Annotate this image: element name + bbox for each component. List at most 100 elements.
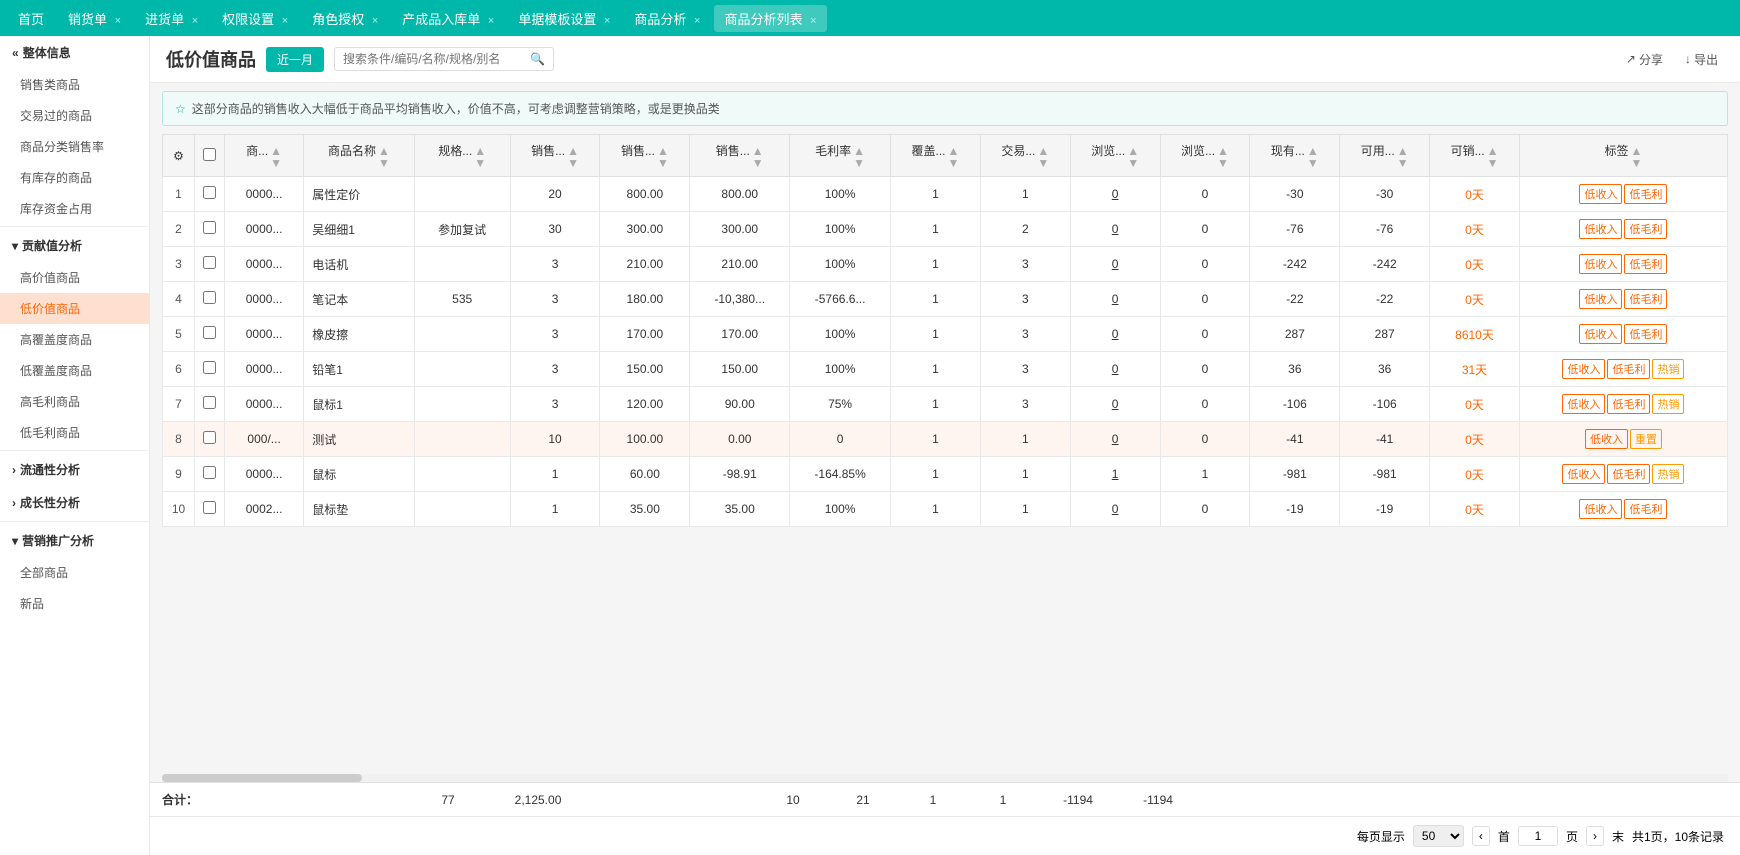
row-checkbox[interactable] <box>195 352 225 387</box>
close-product-warehouse-icon[interactable]: × <box>488 15 494 27</box>
col-coverage[interactable]: 覆盖...▲▼ <box>891 135 981 177</box>
gear-icon[interactable]: ⚙ <box>173 149 184 163</box>
row-browse1[interactable]: 0 <box>1070 492 1160 527</box>
row-checkbox[interactable] <box>195 317 225 352</box>
sidebar-section-overall[interactable]: « 整体信息 <box>0 36 149 69</box>
close-permission-icon[interactable]: × <box>282 15 288 27</box>
nav-product-warehouse[interactable]: 产成品入库单 × <box>392 5 504 32</box>
nav-permission[interactable]: 权限设置 × <box>212 5 298 32</box>
sidebar-item-low-value[interactable]: 低价值商品 <box>0 293 149 324</box>
nav-product-analysis-list[interactable]: 商品分析列表 × <box>714 5 826 32</box>
row-browse1[interactable]: 0 <box>1070 177 1160 212</box>
row-name[interactable]: 电话机 <box>304 247 415 282</box>
sidebar-item-category-sales-rate[interactable]: 商品分类销售率 <box>0 131 149 162</box>
col-gear[interactable]: ⚙ <box>163 135 195 177</box>
browse1-val[interactable]: 0 <box>1112 222 1119 236</box>
table-wrapper[interactable]: ⚙ 商...▲▼ 商品名称▲▼ 规格...▲▼ 销售...▲▼ 销售...▲▼ … <box>162 134 1728 774</box>
browse1-val[interactable]: 0 <box>1112 187 1119 201</box>
row-browse1[interactable]: 0 <box>1070 212 1160 247</box>
row-select-checkbox[interactable] <box>203 501 216 514</box>
share-button[interactable]: ↗ 分享 <box>1620 48 1669 71</box>
sidebar-section-marketing[interactable]: ▾ 营销推广分析 <box>0 524 149 557</box>
col-browse2[interactable]: 浏览...▲▼ <box>1160 135 1250 177</box>
col-qty[interactable]: 销售...▲▼ <box>510 135 600 177</box>
browse1-val[interactable]: 0 <box>1112 397 1119 411</box>
col-stock[interactable]: 现有...▲▼ <box>1250 135 1340 177</box>
row-checkbox[interactable] <box>195 177 225 212</box>
page-size-select[interactable]: 50 100 200 <box>1413 825 1464 847</box>
nav-product-analysis[interactable]: 商品分析 × <box>624 5 710 32</box>
row-browse1[interactable]: 0 <box>1070 352 1160 387</box>
row-checkbox[interactable] <box>195 212 225 247</box>
sidebar-item-traded-goods[interactable]: 交易过的商品 <box>0 100 149 131</box>
close-product-analysis-list-icon[interactable]: × <box>810 15 816 27</box>
col-name[interactable]: 商品名称▲▼ <box>304 135 415 177</box>
sidebar-item-low-coverage[interactable]: 低覆盖度商品 <box>0 355 149 386</box>
row-select-checkbox[interactable] <box>203 186 216 199</box>
sidebar-section-growth[interactable]: › 成长性分析 <box>0 486 149 519</box>
row-select-checkbox[interactable] <box>203 221 216 234</box>
row-checkbox[interactable] <box>195 492 225 527</box>
row-name[interactable]: 测试 <box>304 422 415 457</box>
sidebar-item-sales-goods[interactable]: 销售类商品 <box>0 69 149 100</box>
sidebar-item-all-goods[interactable]: 全部商品 <box>0 557 149 588</box>
row-checkbox[interactable] <box>195 387 225 422</box>
row-select-checkbox[interactable] <box>203 431 216 444</box>
browse1-val[interactable]: 0 <box>1112 327 1119 341</box>
row-browse1[interactable]: 1 <box>1070 457 1160 492</box>
row-name[interactable]: 鼠标垫 <box>304 492 415 527</box>
sidebar-section-liquidity[interactable]: › 流通性分析 <box>0 453 149 486</box>
sidebar-item-low-margin[interactable]: 低毛利商品 <box>0 417 149 448</box>
export-button[interactable]: ↓ 导出 <box>1679 48 1724 71</box>
row-checkbox[interactable] <box>195 457 225 492</box>
sidebar-item-new-goods[interactable]: 新品 <box>0 588 149 619</box>
browse1-val[interactable]: 1 <box>1112 467 1119 481</box>
col-sellable[interactable]: 可销...▲▼ <box>1430 135 1520 177</box>
nav-sales-order[interactable]: 销货单 × <box>58 5 131 32</box>
row-browse1[interactable]: 0 <box>1070 282 1160 317</box>
row-browse1[interactable]: 0 <box>1070 247 1160 282</box>
close-sales-order-icon[interactable]: × <box>115 15 121 27</box>
close-template-settings-icon[interactable]: × <box>604 15 610 27</box>
horizontal-scrollbar[interactable] <box>162 774 1728 782</box>
next-page-button[interactable]: › <box>1586 826 1604 846</box>
row-select-checkbox[interactable] <box>203 466 216 479</box>
row-select-checkbox[interactable] <box>203 326 216 339</box>
nav-role-auth[interactable]: 角色授权 × <box>302 5 388 32</box>
row-browse1[interactable]: 0 <box>1070 317 1160 352</box>
row-name[interactable]: 笔记本 <box>304 282 415 317</box>
col-tags[interactable]: 标签▲▼ <box>1519 135 1727 177</box>
search-icon[interactable]: 🔍 <box>530 52 545 66</box>
nav-template-settings[interactable]: 单据模板设置 × <box>508 5 620 32</box>
row-checkbox[interactable] <box>195 247 225 282</box>
current-page-input[interactable] <box>1518 826 1558 846</box>
col-code[interactable]: 商...▲▼ <box>225 135 304 177</box>
row-checkbox[interactable] <box>195 282 225 317</box>
col-browse1[interactable]: 浏览...▲▼ <box>1070 135 1160 177</box>
sidebar-item-stock-capital[interactable]: 库存资金占用 <box>0 193 149 224</box>
browse1-val[interactable]: 0 <box>1112 292 1119 306</box>
browse1-val[interactable]: 0 <box>1112 362 1119 376</box>
nav-home[interactable]: 首页 <box>8 5 54 32</box>
row-select-checkbox[interactable] <box>203 256 216 269</box>
col-available[interactable]: 可用...▲▼ <box>1340 135 1430 177</box>
scroll-thumb[interactable] <box>162 774 362 782</box>
row-name[interactable]: 吴细细1 <box>304 212 415 247</box>
filter-recent-month-button[interactable]: 近一月 <box>266 47 324 72</box>
col-spec[interactable]: 规格...▲▼ <box>414 135 510 177</box>
search-input[interactable] <box>343 52 526 66</box>
row-select-checkbox[interactable] <box>203 396 216 409</box>
browse1-val[interactable]: 0 <box>1112 432 1119 446</box>
row-name[interactable]: 铅笔1 <box>304 352 415 387</box>
row-name[interactable]: 橡皮擦 <box>304 317 415 352</box>
row-select-checkbox[interactable] <box>203 291 216 304</box>
col-gross-rate[interactable]: 毛利率▲▼ <box>790 135 891 177</box>
sidebar-section-contribution[interactable]: ▾ 贡献值分析 <box>0 229 149 262</box>
row-name[interactable]: 属性定价 <box>304 177 415 212</box>
first-page-button[interactable]: ‹ <box>1472 826 1490 846</box>
col-checkbox[interactable] <box>195 135 225 177</box>
close-purchase-order-icon[interactable]: × <box>192 15 198 27</box>
col-trade[interactable]: 交易...▲▼ <box>980 135 1070 177</box>
close-product-analysis-icon[interactable]: × <box>694 15 700 27</box>
sidebar-item-high-value[interactable]: 高价值商品 <box>0 262 149 293</box>
